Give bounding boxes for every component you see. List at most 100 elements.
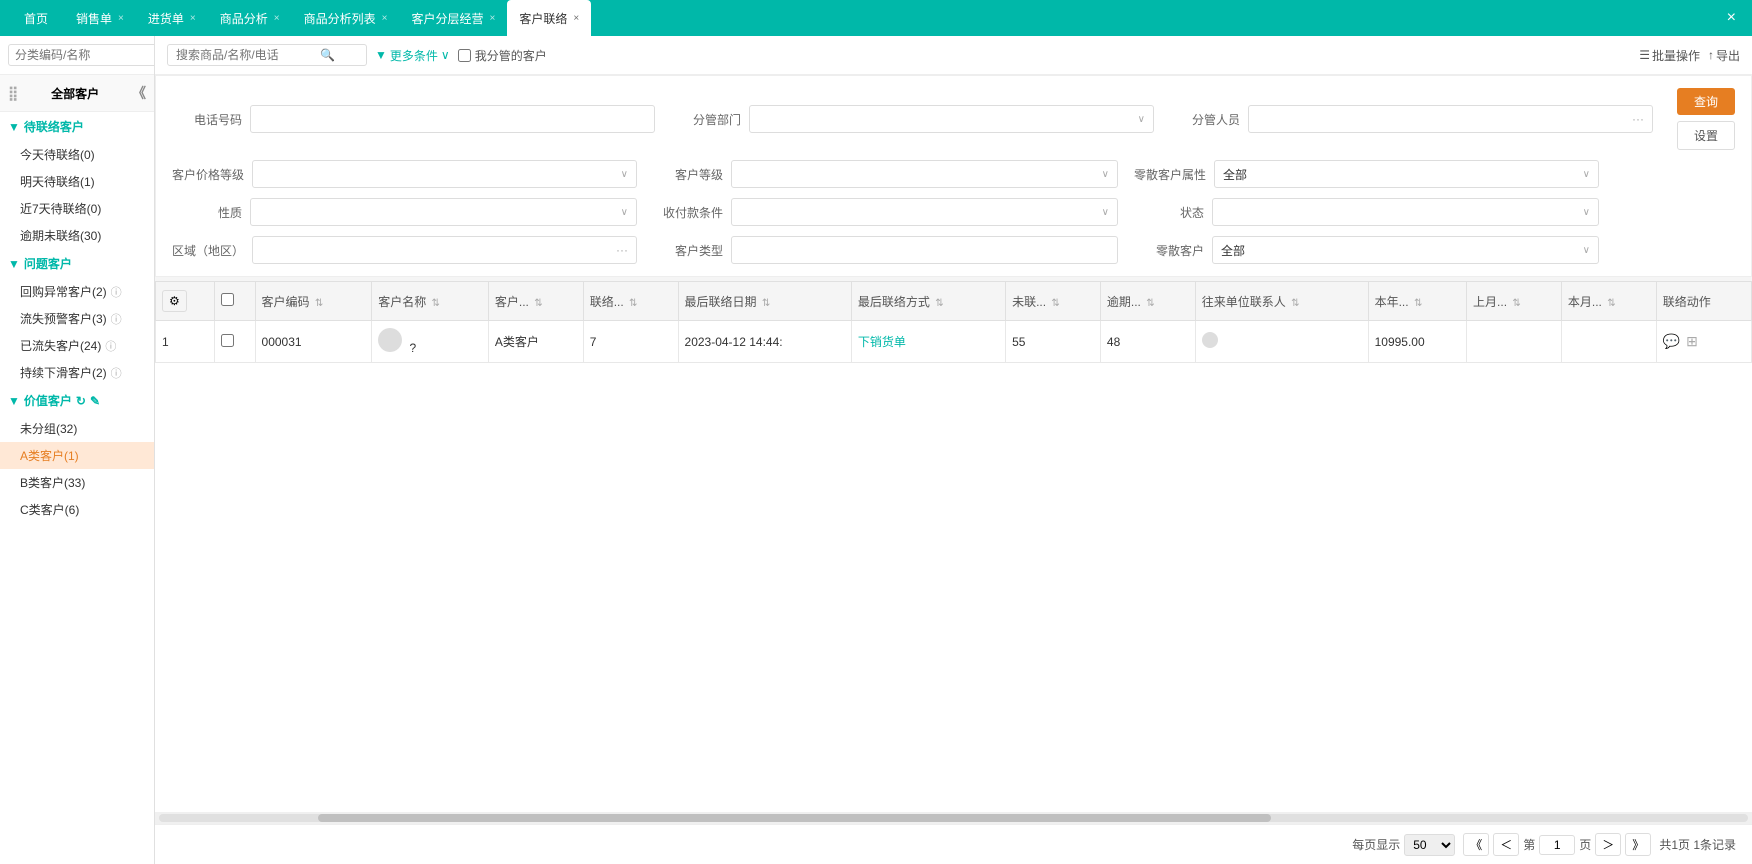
sidebar-search-container: 🔍 [0, 36, 154, 75]
nav-tab-purchase[interactable]: 进货单 × [136, 0, 208, 36]
sidebar-section-value[interactable]: ▼ 价值客户 ↻ ✎ [0, 386, 154, 415]
sidebar-item-declining[interactable]: 持续下滑客户(2) ⓘ [0, 359, 154, 386]
close-sales-tab[interactable]: × [118, 13, 124, 24]
th-customer-type[interactable]: 客户... ⇅ [488, 282, 583, 321]
th-contact-count[interactable]: 联络... ⇅ [583, 282, 678, 321]
table-settings-btn[interactable]: ⚙ [162, 290, 187, 312]
query-btn[interactable]: 查询 [1677, 88, 1735, 115]
filter-manager-select[interactable]: ··· [1248, 105, 1653, 133]
page-size-dropdown[interactable]: 50 100 200 [1404, 834, 1455, 856]
sidebar-header-dots: ⣿ [8, 85, 18, 102]
filter-more-btn[interactable]: ▼ 更多条件 ∨ [375, 47, 450, 64]
first-page-btn[interactable]: 《 [1463, 833, 1489, 856]
export-btn[interactable]: ↑ 导出 [1708, 47, 1740, 64]
scrollbar-thumb[interactable] [318, 814, 1271, 822]
th-last-method[interactable]: 最后联络方式 ⇅ [851, 282, 1005, 321]
row-checkbox[interactable] [221, 334, 234, 347]
filter-price-select[interactable]: ∨ [252, 160, 637, 188]
filter-customer-type-input[interactable] [731, 236, 1118, 264]
close-analysis-list-tab[interactable]: × [382, 13, 388, 24]
search-bar: 🔍 [167, 44, 367, 66]
filter-customer-level-select[interactable]: ∨ [731, 160, 1118, 188]
setting-btn[interactable]: 设置 [1677, 121, 1735, 150]
sidebar-item-ungrouped[interactable]: 未分组(32) [0, 415, 154, 442]
last-method-link[interactable]: 下销货单 [858, 335, 906, 349]
close-purchase-tab[interactable]: × [190, 13, 196, 24]
th-this-year[interactable]: 本年... ⇅ [1368, 282, 1466, 321]
sidebar: 🔍 ⣿ 全部客户 《 ▼ 待联络客户 今天待联络(0) 明天待联络(1) 近7天… [0, 36, 155, 864]
next-page-btn[interactable]: ＞ [1595, 833, 1621, 856]
refresh-icon[interactable]: ↻ [76, 394, 86, 408]
sidebar-item-churn-warning[interactable]: 流失预警客户(3) ⓘ [0, 305, 154, 332]
filter-region-select[interactable]: ··· [252, 236, 637, 264]
sidebar-item-today[interactable]: 今天待联络(0) [0, 141, 154, 168]
search-icon[interactable]: 🔍 [320, 48, 335, 62]
th-no-contact[interactable]: 未联... ⇅ [1006, 282, 1101, 321]
filter-retail-attr-select[interactable]: 全部 ∨ [1214, 160, 1599, 188]
sidebar-item-churned[interactable]: 已流失客户(24) ⓘ [0, 332, 154, 359]
filter-row-1: 电话号码 分管部门 ∨ 分管人员 ··· [172, 88, 1735, 150]
search-input[interactable] [176, 48, 316, 62]
close-customer-mgmt-tab[interactable]: × [489, 13, 495, 24]
sidebar-item-class-b[interactable]: B类客户(33) [0, 469, 154, 496]
nav-tab-customer-mgmt[interactable]: 客户分层经营 × [399, 0, 507, 36]
sidebar-section-problem[interactable]: ▼ 问题客户 [0, 249, 154, 278]
filter-phone-input[interactable] [250, 105, 655, 133]
close-customer-contact-tab[interactable]: × [573, 13, 579, 24]
chat-icon[interactable]: 💬 [1663, 333, 1680, 350]
batch-op-btn[interactable]: ☰ 批量操作 [1639, 47, 1700, 64]
prev-page-btn[interactable]: ＜ [1493, 833, 1519, 856]
td-last-method[interactable]: 下销货单 [851, 321, 1005, 363]
edit-icon[interactable]: ✎ [90, 394, 100, 408]
filter-payment-select[interactable]: ∨ [731, 198, 1118, 226]
nav-home[interactable]: 首页 [8, 0, 64, 36]
sort-icon-type: ⇅ [534, 298, 542, 309]
th-last-date[interactable]: 最后联络日期 ⇅ [678, 282, 851, 321]
sort-icon-date: ⇅ [762, 298, 770, 309]
th-this-month[interactable]: 本月... ⇅ [1561, 282, 1656, 321]
th-overdue[interactable]: 逾期... ⇅ [1100, 282, 1195, 321]
td-last-month [1467, 321, 1562, 363]
close-analysis-tab[interactable]: × [274, 13, 280, 24]
sidebar-item-overdue[interactable]: 逾期未联络(30) [0, 222, 154, 249]
sidebar-item-class-a[interactable]: A类客户(1) [0, 442, 154, 469]
th-gear[interactable]: ⚙ [156, 282, 215, 321]
nav-tab-sales[interactable]: 销售单 × [64, 0, 136, 36]
dots-icon-manager: ··· [1632, 112, 1644, 126]
last-page-btn[interactable]: 》 [1625, 833, 1651, 856]
filter-dept: 分管部门 ∨ [671, 105, 1154, 133]
customer-table: ⚙ 客户编码 ⇅ 客户名称 ⇅ [155, 281, 1752, 363]
filter-customer-type-label: 客户类型 [653, 242, 723, 259]
my-customer-checkbox[interactable] [458, 49, 471, 62]
horizontal-scrollbar[interactable] [155, 812, 1752, 824]
my-customer-checkbox-label[interactable]: 我分管的客户 [458, 47, 547, 64]
nav-tab-analysis-list[interactable]: 商品分析列表 × [292, 0, 400, 36]
sidebar-section-pending[interactable]: ▼ 待联络客户 [0, 112, 154, 141]
grid-icon[interactable]: ⊞ [1686, 333, 1698, 350]
sidebar-search-input[interactable] [8, 44, 155, 66]
th-code[interactable]: 客户编码 ⇅ [255, 282, 372, 321]
toolbar: 🔍 ▼ 更多条件 ∨ 我分管的客户 ☰ 批量操作 ↑ 导出 [155, 36, 1752, 75]
th-name[interactable]: 客户名称 ⇅ [372, 282, 489, 321]
sidebar-collapse-icon[interactable]: 《 [132, 83, 146, 103]
sidebar-item-7days[interactable]: 近7天待联络(0) [0, 195, 154, 222]
td-no-contact: 55 [1006, 321, 1101, 363]
th-last-month[interactable]: 上月... ⇅ [1467, 282, 1562, 321]
filter-nature-select[interactable]: ∨ [250, 198, 637, 226]
th-contact-person[interactable]: 往来单位联系人 ⇅ [1195, 282, 1368, 321]
page-number-input[interactable] [1539, 835, 1575, 855]
filter-status-select[interactable]: ∨ [1212, 198, 1599, 226]
td-checkbox[interactable] [214, 321, 255, 363]
nav-tab-customer-contact[interactable]: 客户联络 × [507, 0, 591, 36]
filter-status-label: 状态 [1134, 204, 1204, 221]
nav-tab-analysis[interactable]: 商品分析 × [208, 0, 292, 36]
sidebar-item-tomorrow[interactable]: 明天待联络(1) [0, 168, 154, 195]
filter-dept-select[interactable]: ∨ [749, 105, 1154, 133]
sidebar-item-class-c[interactable]: C类客户(6) [0, 496, 154, 523]
th-checkbox[interactable] [214, 282, 255, 321]
sidebar-all-customers-header[interactable]: ⣿ 全部客户 《 [0, 75, 154, 112]
close-all-btn[interactable]: × [1719, 9, 1744, 27]
select-all-checkbox[interactable] [221, 293, 234, 306]
filter-retail-customer-select[interactable]: 全部 ∨ [1212, 236, 1599, 264]
sidebar-item-abnormal[interactable]: 回购异常客户(2) ⓘ [0, 278, 154, 305]
